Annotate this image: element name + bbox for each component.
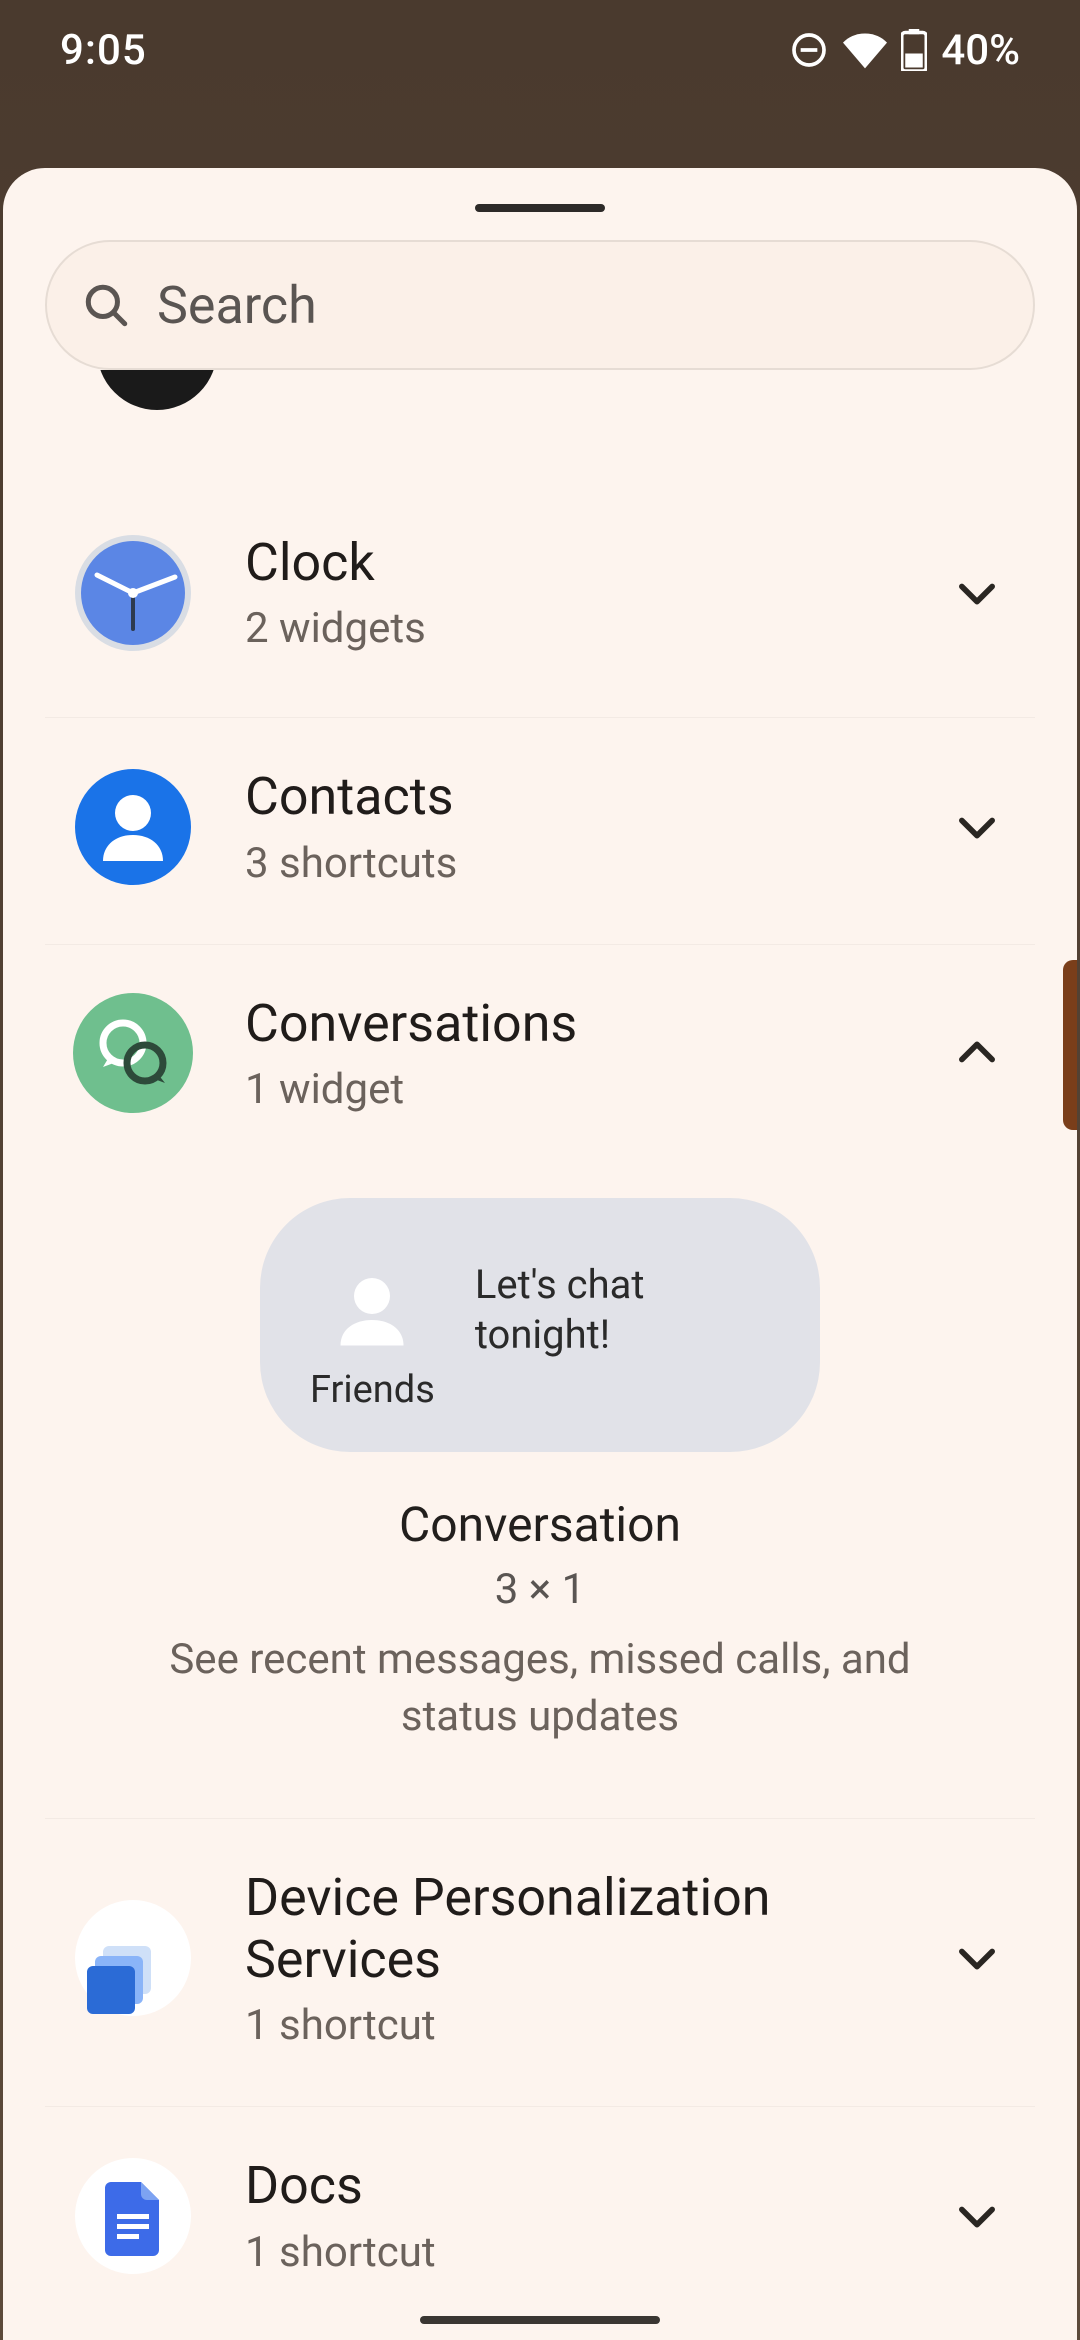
list-item-title: Contacts xyxy=(245,766,899,828)
scroll-indicator[interactable] xyxy=(1063,960,1077,1130)
preview-message: Let's chat tonight! xyxy=(475,1260,770,1360)
list-item-title: Clock xyxy=(245,532,899,594)
list-item-subtitle: 1 widget xyxy=(245,1065,899,1114)
conversation-widget-preview[interactable]: Friends Let's chat tonight! xyxy=(260,1198,820,1452)
widget-picker-sheet: Search Clock 2 widgets xyxy=(3,168,1077,2340)
list-item-contacts[interactable]: Contacts 3 shortcuts xyxy=(45,717,1035,935)
widget-caption-title: Conversation xyxy=(67,1496,1013,1553)
chevron-down-icon xyxy=(951,1932,1003,1984)
status-time: 9:05 xyxy=(60,26,147,75)
status-icons: 40% xyxy=(789,26,1020,75)
widget-app-list[interactable]: Clock 2 widgets Contacts 3 shortcuts xyxy=(3,370,1077,2325)
list-item-subtitle: 3 shortcuts xyxy=(245,839,899,888)
clock-app-icon xyxy=(73,533,193,653)
list-item-subtitle: 1 shortcut xyxy=(245,2228,899,2277)
do-not-disturb-icon xyxy=(789,30,829,70)
conversations-expanded: Friends Let's chat tonight! Conversation… xyxy=(45,1198,1035,1809)
list-item-conversations[interactable]: Conversations 1 widget xyxy=(45,944,1035,1162)
list-item-docs[interactable]: Docs 1 shortcut xyxy=(45,2106,1035,2324)
widget-caption-description: See recent messages, missed calls, and s… xyxy=(67,1632,1013,1745)
preview-contact-name: Friends xyxy=(310,1368,435,1412)
chevron-down-icon xyxy=(951,801,1003,853)
list-item-subtitle: 2 widgets xyxy=(245,604,899,653)
chevron-down-icon xyxy=(951,567,1003,619)
list-item-title: Device Personalization Services xyxy=(245,1867,899,1992)
list-item-clock[interactable]: Clock 2 widgets xyxy=(45,522,1035,709)
search-placeholder: Search xyxy=(157,275,999,336)
person-icon xyxy=(327,1266,417,1356)
battery-percent: 40% xyxy=(941,26,1020,75)
list-item-title: Docs xyxy=(245,2155,899,2217)
docs-app-icon xyxy=(73,2156,193,2276)
status-bar: 9:05 40% xyxy=(0,0,1080,100)
wifi-icon xyxy=(843,28,887,72)
list-item[interactable] xyxy=(45,370,1035,450)
battery-icon xyxy=(901,29,927,71)
list-item-subtitle: 1 shortcut xyxy=(245,2001,899,2050)
widget-caption-size: 3 × 1 xyxy=(67,1565,1013,1614)
drag-handle[interactable] xyxy=(475,204,605,212)
gesture-nav-bar[interactable] xyxy=(420,2316,660,2324)
dps-app-icon xyxy=(73,1898,193,2018)
contacts-app-icon xyxy=(73,767,193,887)
search-icon xyxy=(81,280,131,330)
search-bar[interactable]: Search xyxy=(45,240,1035,370)
chevron-down-icon xyxy=(951,2190,1003,2242)
chevron-up-icon xyxy=(951,1027,1003,1079)
conversations-app-icon xyxy=(73,993,193,1113)
list-item-dps[interactable]: Device Personalization Services 1 shortc… xyxy=(45,1818,1035,2099)
list-item-title: Conversations xyxy=(245,993,899,1055)
